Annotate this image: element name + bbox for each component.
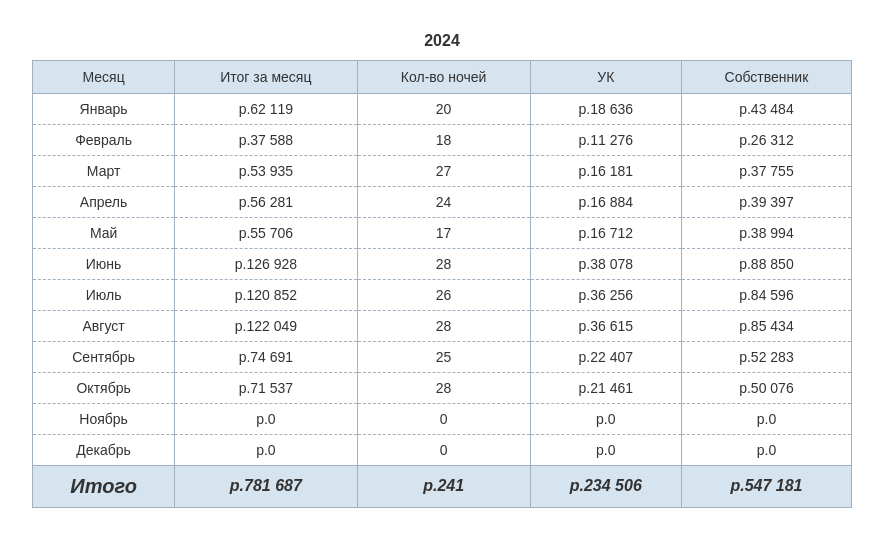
footer-label: Итого: [33, 465, 175, 507]
cell-nights: 26: [357, 279, 530, 310]
table-row: Декабрьр.00р.0р.0: [33, 434, 852, 465]
col-owner: Собственник: [681, 60, 851, 93]
table-row: Октябрьр.71 53728р.21 461р.50 076: [33, 372, 852, 403]
cell-month: Ноябрь: [33, 403, 175, 434]
cell-uk: р.18 636: [530, 93, 681, 124]
cell-uk: р.16 712: [530, 217, 681, 248]
cell-nights: 25: [357, 341, 530, 372]
cell-nights: 28: [357, 372, 530, 403]
cell-owner: р.88 850: [681, 248, 851, 279]
cell-total: р.120 852: [175, 279, 357, 310]
cell-total: р.62 119: [175, 93, 357, 124]
cell-uk: р.11 276: [530, 124, 681, 155]
cell-owner: р.50 076: [681, 372, 851, 403]
col-uk: УК: [530, 60, 681, 93]
cell-month: Апрель: [33, 186, 175, 217]
cell-total: р.71 537: [175, 372, 357, 403]
cell-uk: р.0: [530, 434, 681, 465]
cell-uk: р.21 461: [530, 372, 681, 403]
cell-nights: 28: [357, 310, 530, 341]
table-row: Мартр.53 93527р.16 181р.37 755: [33, 155, 852, 186]
footer-total: р.781 687: [175, 465, 357, 507]
cell-uk: р.22 407: [530, 341, 681, 372]
cell-owner: р.52 283: [681, 341, 851, 372]
cell-uk: р.16 884: [530, 186, 681, 217]
cell-total: р.0: [175, 434, 357, 465]
cell-owner: р.0: [681, 403, 851, 434]
cell-total: р.126 928: [175, 248, 357, 279]
cell-month: Февраль: [33, 124, 175, 155]
cell-owner: р.37 755: [681, 155, 851, 186]
cell-uk: р.16 181: [530, 155, 681, 186]
cell-owner: р.39 397: [681, 186, 851, 217]
cell-total: р.53 935: [175, 155, 357, 186]
cell-owner: р.85 434: [681, 310, 851, 341]
cell-month: Октябрь: [33, 372, 175, 403]
cell-total: р.74 691: [175, 341, 357, 372]
data-table: Месяц Итог за месяц Кол-во ночей УК Собс…: [32, 60, 852, 508]
main-container: 2024 Месяц Итог за месяц Кол-во ночей УК…: [32, 32, 852, 508]
cell-total: р.37 588: [175, 124, 357, 155]
cell-nights: 27: [357, 155, 530, 186]
footer-nights: р.241: [357, 465, 530, 507]
table-row: Августр.122 04928р.36 615р.85 434: [33, 310, 852, 341]
table-row: Июльр.120 85226р.36 256р.84 596: [33, 279, 852, 310]
cell-owner: р.38 994: [681, 217, 851, 248]
cell-total: р.56 281: [175, 186, 357, 217]
cell-uk: р.38 078: [530, 248, 681, 279]
cell-total: р.122 049: [175, 310, 357, 341]
cell-month: Январь: [33, 93, 175, 124]
cell-month: Сентябрь: [33, 341, 175, 372]
table-row: Ноябрьр.00р.0р.0: [33, 403, 852, 434]
cell-nights: 24: [357, 186, 530, 217]
cell-month: Декабрь: [33, 434, 175, 465]
col-total: Итог за месяц: [175, 60, 357, 93]
cell-nights: 20: [357, 93, 530, 124]
cell-uk: р.36 615: [530, 310, 681, 341]
footer-row: Итого р.781 687 р.241 р.234 506 р.547 18…: [33, 465, 852, 507]
cell-owner: р.0: [681, 434, 851, 465]
cell-month: Июнь: [33, 248, 175, 279]
cell-owner: р.43 484: [681, 93, 851, 124]
table-row: Февральр.37 58818р.11 276р.26 312: [33, 124, 852, 155]
cell-month: Август: [33, 310, 175, 341]
footer-owner: р.547 181: [681, 465, 851, 507]
cell-nights: 17: [357, 217, 530, 248]
cell-total: р.0: [175, 403, 357, 434]
cell-uk: р.36 256: [530, 279, 681, 310]
cell-nights: 0: [357, 434, 530, 465]
table-row: Майр.55 70617р.16 712р.38 994: [33, 217, 852, 248]
cell-month: Июль: [33, 279, 175, 310]
cell-nights: 28: [357, 248, 530, 279]
footer-uk: р.234 506: [530, 465, 681, 507]
table-row: Сентябрьр.74 69125р.22 407р.52 283: [33, 341, 852, 372]
cell-uk: р.0: [530, 403, 681, 434]
cell-total: р.55 706: [175, 217, 357, 248]
table-body: Январьр.62 11920р.18 636р.43 484Февральр…: [33, 93, 852, 465]
table-row: Апрельр.56 28124р.16 884р.39 397: [33, 186, 852, 217]
cell-nights: 0: [357, 403, 530, 434]
cell-nights: 18: [357, 124, 530, 155]
cell-month: Май: [33, 217, 175, 248]
table-row: Июньр.126 92828р.38 078р.88 850: [33, 248, 852, 279]
header-row: Месяц Итог за месяц Кол-во ночей УК Собс…: [33, 60, 852, 93]
year-title: 2024: [32, 32, 852, 50]
cell-owner: р.84 596: [681, 279, 851, 310]
cell-owner: р.26 312: [681, 124, 851, 155]
col-nights: Кол-во ночей: [357, 60, 530, 93]
col-month: Месяц: [33, 60, 175, 93]
cell-month: Март: [33, 155, 175, 186]
table-row: Январьр.62 11920р.18 636р.43 484: [33, 93, 852, 124]
